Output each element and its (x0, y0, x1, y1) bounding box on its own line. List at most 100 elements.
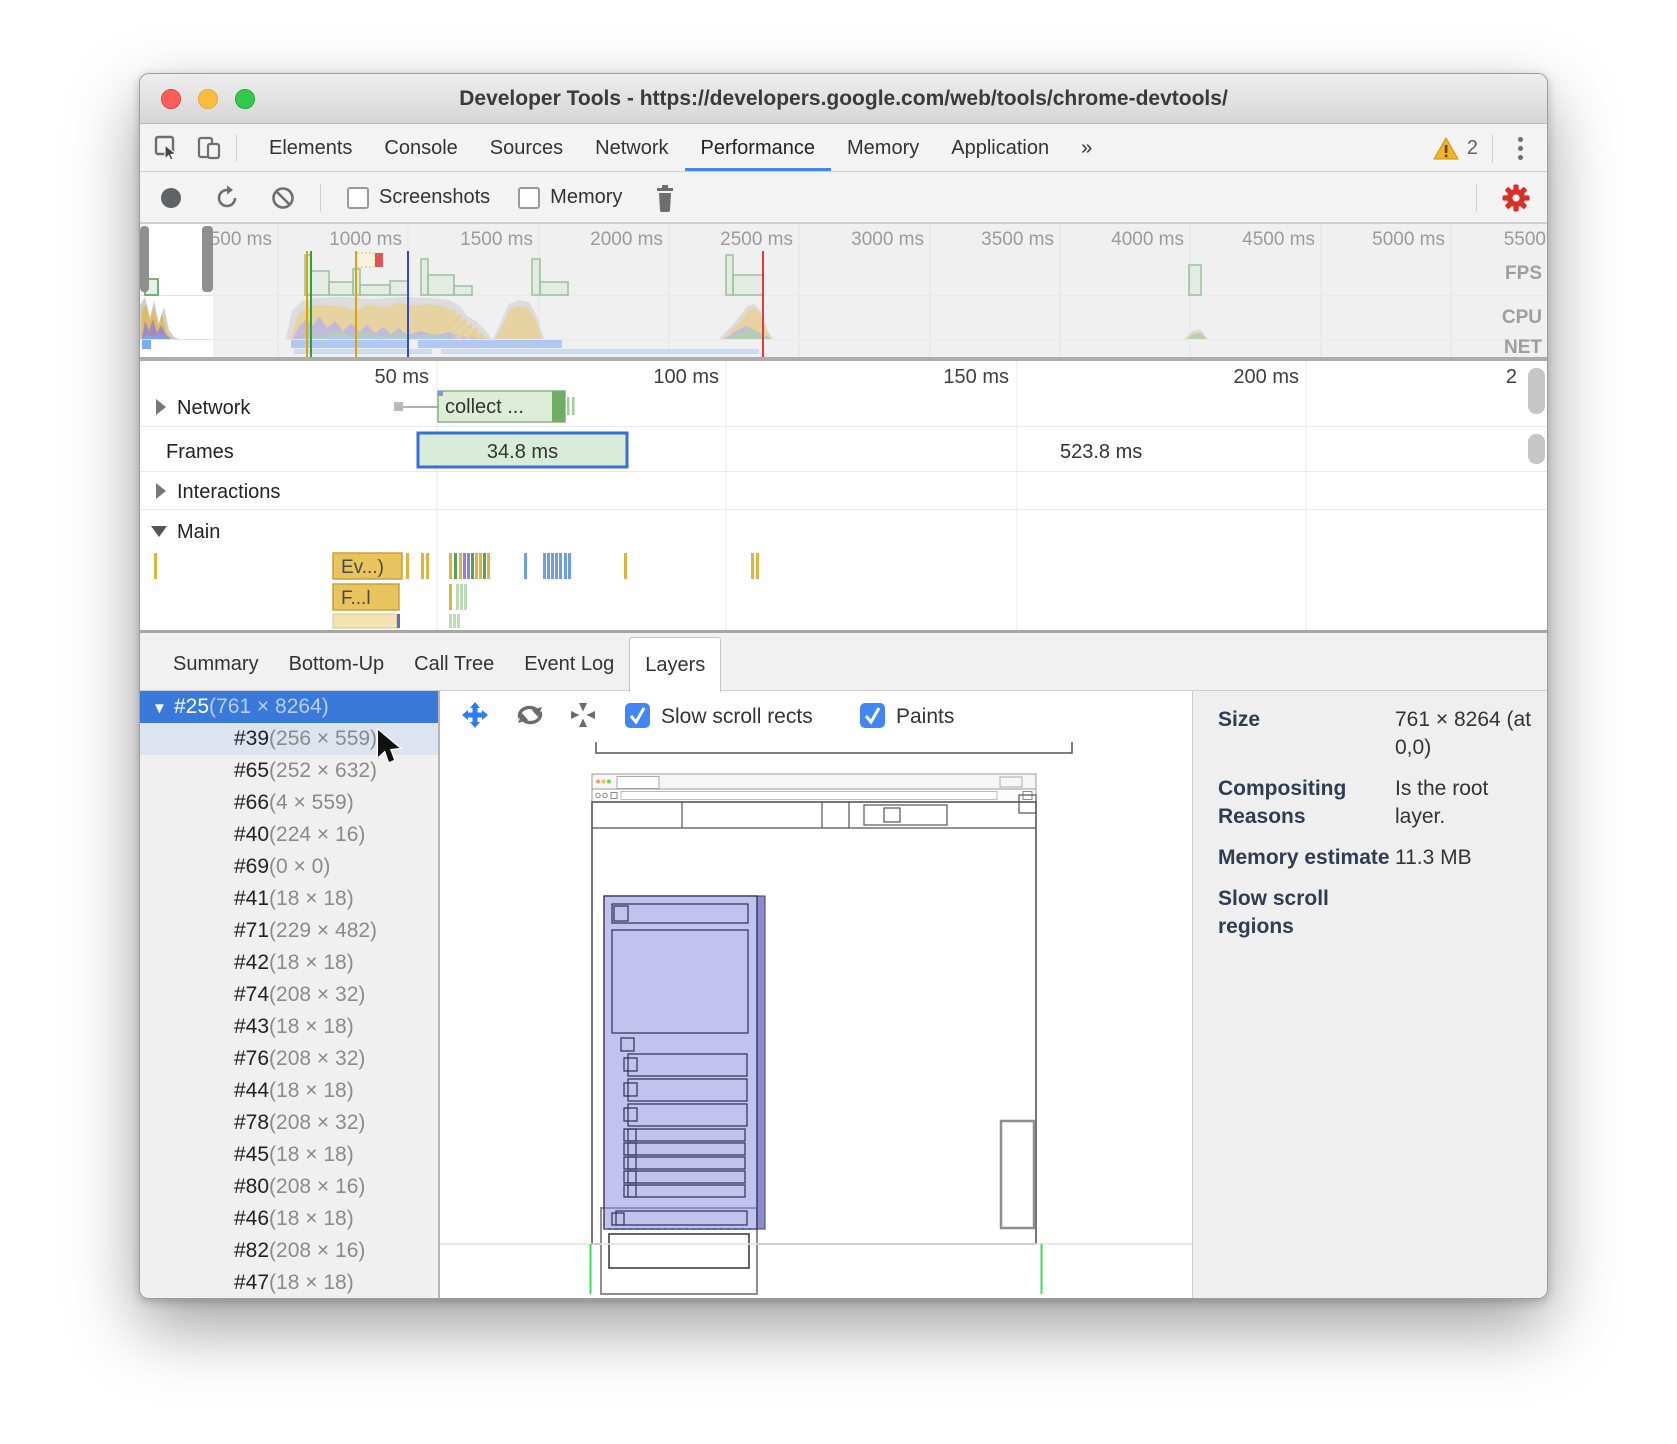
layer-tree-item-41[interactable]: #41(18 × 18) (140, 883, 440, 915)
selected-layer-3d[interactable] (604, 896, 765, 1229)
screenshot-stage: Developer Tools - https://developers.goo… (0, 0, 1677, 1444)
detail-tab-layers[interactable]: Layers (629, 637, 721, 692)
layer-dimensions: (208 × 32) (269, 1111, 365, 1134)
svg-text:4000 ms: 4000 ms (1111, 229, 1184, 250)
inspect-element-icon[interactable] (152, 133, 182, 163)
layer-tree-item-44[interactable]: #44(18 × 18) (140, 1075, 440, 1107)
layer-tree-item-74[interactable]: #74(208 × 32) (140, 979, 440, 1011)
capture-settings-gear-icon[interactable] (1499, 181, 1533, 215)
layer-tree-item-25[interactable]: ▼#25(761 × 8264) (140, 691, 440, 723)
pan-mode-icon[interactable] (462, 702, 488, 728)
device-toolbar-icon[interactable] (194, 133, 224, 163)
tab-application[interactable]: Application (935, 125, 1065, 171)
tab-»[interactable]: » (1065, 125, 1108, 171)
selection-handle-left[interactable] (140, 226, 149, 292)
layer-id: #44 (234, 1079, 269, 1102)
layer-tree-item-65[interactable]: #65(252 × 632) (140, 755, 440, 787)
layer-tree-item-66[interactable]: #66(4 × 559) (140, 787, 440, 819)
layer-tree-item-46[interactable]: #46(18 × 18) (140, 1203, 440, 1235)
rotate-mode-icon[interactable] (518, 707, 542, 723)
record-button[interactable] (154, 181, 188, 215)
screenshots-checkbox[interactable] (347, 187, 369, 209)
memory-checkbox[interactable] (518, 187, 540, 209)
paints-label: Paints (896, 705, 954, 728)
timeline-overview[interactable]: 500 ms1000 ms1500 ms2000 ms2500 ms3000 m… (140, 223, 1547, 361)
tab-memory[interactable]: Memory (831, 125, 935, 171)
layer-3d-viewport[interactable]: Slow scroll rects Paints (440, 691, 1192, 1299)
slow-scroll-rects-checkbox[interactable] (625, 703, 650, 728)
layer-tree-item-80[interactable]: #80(208 × 16) (140, 1171, 440, 1203)
layer-tree-item-39[interactable]: #39(256 × 559) (140, 723, 440, 755)
row-label-main[interactable]: Main (177, 521, 220, 543)
scrollbar-thumb[interactable] (1528, 434, 1545, 464)
flame-tick (421, 553, 424, 579)
layer-id: #78 (234, 1111, 269, 1134)
selection-handle-right[interactable] (202, 226, 213, 292)
flame-tick (543, 553, 546, 579)
layer-tree-item-76[interactable]: #76(208 × 32) (140, 1043, 440, 1075)
expander-icon[interactable]: ▼ (152, 693, 174, 725)
detail-tab-bottom-up[interactable]: Bottom-Up (274, 639, 400, 690)
tab-sources[interactable]: Sources (474, 125, 579, 171)
main-flame-bar[interactable] (333, 614, 397, 628)
detail-value: 761 × 8264 (at 0,0) (1395, 706, 1535, 762)
layer-dimensions: (224 × 16) (269, 823, 365, 846)
detail-tab-summary[interactable]: Summary (158, 639, 274, 690)
flame-tick (449, 553, 452, 579)
layer-dimensions: (256 × 559) (269, 727, 377, 750)
detail-tab-call-tree[interactable]: Call Tree (399, 639, 509, 690)
flame-tick (471, 553, 474, 579)
clear-recording-icon[interactable] (266, 181, 300, 215)
layer-tree-item-45[interactable]: #45(18 × 18) (140, 1139, 440, 1171)
svg-text:2: 2 (1506, 366, 1517, 388)
layer-id: #39 (234, 727, 269, 750)
svg-text:2000 ms: 2000 ms (590, 229, 663, 250)
tab-network[interactable]: Network (579, 125, 684, 171)
layer-tree-item-42[interactable]: #42(18 × 18) (140, 947, 440, 979)
flame-tick (453, 614, 456, 628)
row-label-network[interactable]: Network (177, 397, 251, 419)
detail-value: 11.3 MB (1395, 844, 1535, 872)
layer-tree-item-78[interactable]: #78(208 × 32) (140, 1107, 440, 1139)
paints-checkbox[interactable] (860, 703, 885, 728)
layer-tree-item-47[interactable]: #47(18 × 18) (140, 1267, 440, 1299)
detail-row: Compositing ReasonsIs the root layer. (1218, 775, 1535, 831)
detail-tab-event-log[interactable]: Event Log (509, 639, 629, 690)
detail-label: Compositing Reasons (1218, 775, 1395, 831)
svg-text:2500 ms: 2500 ms (720, 229, 793, 250)
layers-panel: ▼#25(761 × 8264)#39(256 × 559)#65(252 × … (140, 691, 1547, 1299)
console-warnings-badge[interactable]: 2 (1432, 136, 1478, 161)
layer-dimensions: (18 × 18) (269, 951, 354, 974)
trash-icon[interactable] (648, 181, 682, 215)
detail-row: Memory estimate11.3 MB (1218, 844, 1535, 872)
row-label-interactions[interactable]: Interactions (177, 481, 280, 503)
flame-tick (449, 584, 452, 610)
detail-row: Slow scroll regions (1218, 885, 1535, 941)
scrollbar-thumb[interactable] (1528, 368, 1545, 414)
flame-tick (154, 553, 157, 579)
layer-tree-item-43[interactable]: #43(18 × 18) (140, 1011, 440, 1043)
tab-performance[interactable]: Performance (685, 125, 832, 171)
layer-dimensions: (18 × 18) (269, 1079, 354, 1102)
warning-count: 2 (1467, 137, 1478, 160)
more-options-icon[interactable] (1507, 134, 1533, 164)
layer-dimensions: (18 × 18) (269, 887, 354, 910)
row-label-frames: Frames (166, 441, 234, 463)
tab-console[interactable]: Console (368, 125, 473, 171)
reset-view-icon[interactable] (571, 703, 595, 727)
detail-value: Is the root layer. (1395, 775, 1535, 831)
layer-id: #25 (174, 695, 209, 718)
layer-tree-item-71[interactable]: #71(229 × 482) (140, 915, 440, 947)
svg-text:CPU: CPU (1502, 307, 1542, 328)
layer-tree-item-40[interactable]: #40(224 × 16) (140, 819, 440, 851)
selected-frame-duration: 34.8 ms (487, 441, 558, 463)
flame-tick (463, 553, 466, 579)
layer-tree-item-69[interactable]: #69(0 × 0) (140, 851, 440, 883)
layer-tree-item-82[interactable]: #82(208 × 16) (140, 1235, 440, 1267)
tab-elements[interactable]: Elements (253, 125, 368, 171)
svg-text:1500 ms: 1500 ms (460, 229, 533, 250)
flame-tick (568, 553, 571, 579)
layer-id: #42 (234, 951, 269, 974)
flame-tick (475, 553, 478, 579)
reload-and-profile-button[interactable] (210, 181, 244, 215)
